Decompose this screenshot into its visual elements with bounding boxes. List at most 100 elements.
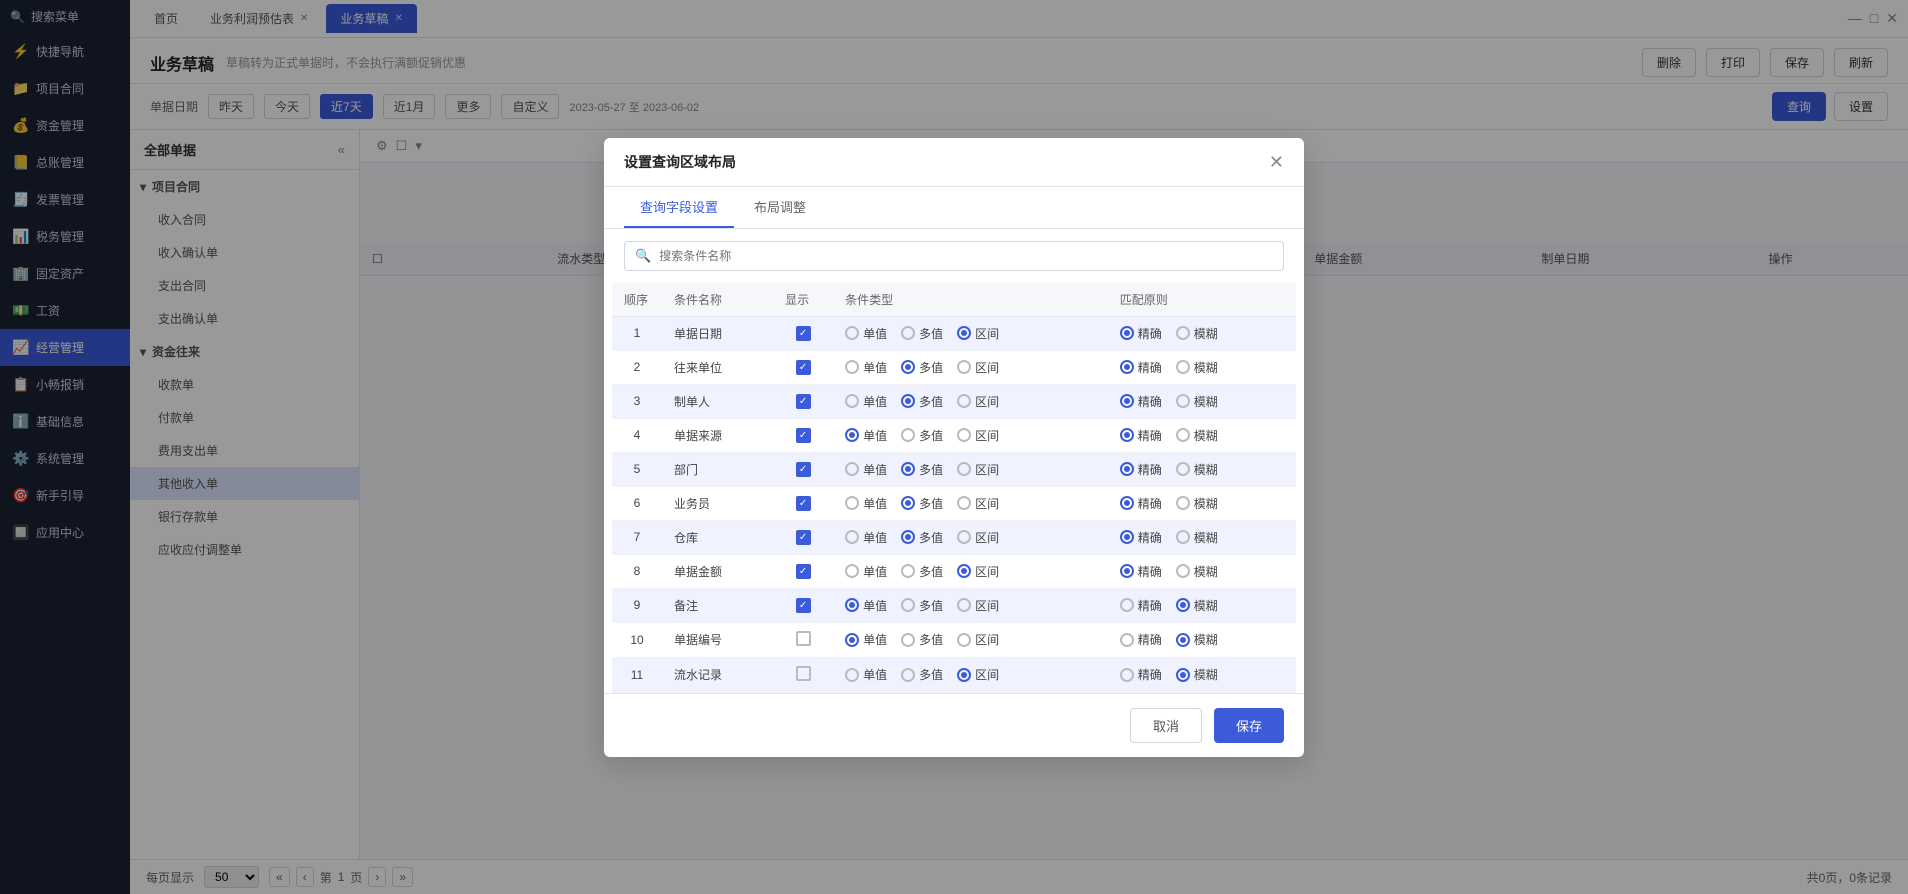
radio-range[interactable]: 区间: [957, 597, 999, 614]
cell-display[interactable]: [773, 622, 833, 657]
radio-match-fuzzy[interactable]: 模糊: [1176, 359, 1218, 376]
radio-circle-match-exact: [1120, 326, 1134, 340]
radio-single[interactable]: 单值: [845, 529, 887, 546]
radio-multi[interactable]: 多值: [901, 325, 943, 342]
display-checkbox[interactable]: ✓: [796, 462, 811, 477]
tab-query-fields[interactable]: 查询字段设置: [624, 187, 734, 228]
radio-single[interactable]: 单值: [845, 461, 887, 478]
radio-single[interactable]: 单值: [845, 495, 887, 512]
cell-display[interactable]: ✓: [773, 452, 833, 486]
radio-single[interactable]: 单值: [845, 666, 887, 683]
cancel-button[interactable]: 取消: [1130, 708, 1202, 743]
radio-single[interactable]: 单值: [845, 325, 887, 342]
radio-match-fuzzy[interactable]: 模糊: [1176, 563, 1218, 580]
cell-display[interactable]: ✓: [773, 588, 833, 622]
radio-match-exact[interactable]: 精确: [1120, 325, 1162, 342]
radio-range[interactable]: 区间: [957, 495, 999, 512]
display-checkbox[interactable]: [796, 666, 811, 681]
radio-circle-range: [957, 530, 971, 544]
cell-order: 5: [612, 452, 662, 486]
modal-save-button[interactable]: 保存: [1214, 708, 1284, 743]
cell-display[interactable]: [773, 657, 833, 692]
modal-close-button[interactable]: ✕: [1269, 153, 1284, 171]
radio-multi[interactable]: 多值: [901, 495, 943, 512]
radio-range[interactable]: 区间: [957, 529, 999, 546]
display-checkbox[interactable]: [796, 631, 811, 646]
radio-single[interactable]: 单值: [845, 427, 887, 444]
radio-match-exact[interactable]: 精确: [1120, 427, 1162, 444]
radio-multi[interactable]: 多值: [901, 631, 943, 648]
display-checkbox[interactable]: ✓: [796, 394, 811, 409]
cell-condition-type: 单值多值区间: [833, 486, 1108, 520]
radio-range[interactable]: 区间: [957, 563, 999, 580]
radio-match-exact[interactable]: 精确: [1120, 529, 1162, 546]
radio-circle-match-exact: [1120, 428, 1134, 442]
radio-multi[interactable]: 多值: [901, 359, 943, 376]
radio-range[interactable]: 区间: [957, 325, 999, 342]
th-order: 顺序: [612, 283, 662, 317]
radio-multi[interactable]: 多值: [901, 461, 943, 478]
cell-display[interactable]: ✓: [773, 520, 833, 554]
display-checkbox[interactable]: ✓: [796, 564, 811, 579]
radio-multi[interactable]: 多值: [901, 563, 943, 580]
radio-range[interactable]: 区间: [957, 461, 999, 478]
cell-order: 2: [612, 350, 662, 384]
radio-match-fuzzy[interactable]: 模糊: [1176, 666, 1218, 683]
radio-range[interactable]: 区间: [957, 666, 999, 683]
cell-display[interactable]: ✓: [773, 316, 833, 350]
radio-single[interactable]: 单值: [845, 359, 887, 376]
display-checkbox[interactable]: ✓: [796, 598, 811, 613]
radio-multi[interactable]: 多值: [901, 393, 943, 410]
radio-range[interactable]: 区间: [957, 427, 999, 444]
radio-match-exact[interactable]: 精确: [1120, 563, 1162, 580]
display-checkbox[interactable]: ✓: [796, 360, 811, 375]
radio-match-fuzzy[interactable]: 模糊: [1176, 631, 1218, 648]
condition-type-group: 单值多值区间: [845, 325, 1096, 342]
radio-match-exact[interactable]: 精确: [1120, 666, 1162, 683]
cell-display[interactable]: ✓: [773, 486, 833, 520]
cell-order: 3: [612, 384, 662, 418]
display-checkbox[interactable]: ✓: [796, 496, 811, 511]
radio-match-exact[interactable]: 精确: [1120, 461, 1162, 478]
radio-circle-range: [957, 360, 971, 374]
cell-condition-name: 仓库: [662, 520, 773, 554]
cell-display[interactable]: ✓: [773, 418, 833, 452]
display-checkbox[interactable]: ✓: [796, 326, 811, 341]
radio-range[interactable]: 区间: [957, 631, 999, 648]
radio-match-fuzzy[interactable]: 模糊: [1176, 325, 1218, 342]
radio-single[interactable]: 单值: [845, 631, 887, 648]
th-condition-type: 条件类型: [833, 283, 1108, 317]
radio-single[interactable]: 单值: [845, 597, 887, 614]
radio-match-exact[interactable]: 精确: [1120, 393, 1162, 410]
cell-display[interactable]: ✓: [773, 350, 833, 384]
radio-match-fuzzy[interactable]: 模糊: [1176, 427, 1218, 444]
radio-match-exact[interactable]: 精确: [1120, 495, 1162, 512]
radio-match-fuzzy[interactable]: 模糊: [1176, 461, 1218, 478]
cell-condition-name: 单据来源: [662, 418, 773, 452]
radio-single[interactable]: 单值: [845, 563, 887, 580]
radio-match-fuzzy[interactable]: 模糊: [1176, 495, 1218, 512]
radio-match-exact[interactable]: 精确: [1120, 597, 1162, 614]
cell-condition-type: 单值多值区间: [833, 418, 1108, 452]
radio-match-fuzzy[interactable]: 模糊: [1176, 393, 1218, 410]
modal-table-wrap[interactable]: 顺序 条件名称 显示 条件类型 匹配原则 1单据日期✓单值多值区间精确模糊2往来…: [604, 283, 1304, 693]
radio-multi[interactable]: 多值: [901, 597, 943, 614]
radio-multi[interactable]: 多值: [901, 666, 943, 683]
radio-match-fuzzy[interactable]: 模糊: [1176, 529, 1218, 546]
radio-circle-multi: [901, 360, 915, 374]
tab-layout-adjust[interactable]: 布局调整: [738, 187, 822, 228]
cell-display[interactable]: ✓: [773, 384, 833, 418]
radio-range[interactable]: 区间: [957, 393, 999, 410]
cell-condition-name: 业务员: [662, 486, 773, 520]
radio-match-exact[interactable]: 精确: [1120, 359, 1162, 376]
radio-match-fuzzy[interactable]: 模糊: [1176, 597, 1218, 614]
display-checkbox[interactable]: ✓: [796, 428, 811, 443]
radio-match-exact[interactable]: 精确: [1120, 631, 1162, 648]
modal-search-input[interactable]: [659, 249, 1273, 263]
cell-display[interactable]: ✓: [773, 554, 833, 588]
display-checkbox[interactable]: ✓: [796, 530, 811, 545]
radio-single[interactable]: 单值: [845, 393, 887, 410]
radio-multi[interactable]: 多值: [901, 529, 943, 546]
radio-range[interactable]: 区间: [957, 359, 999, 376]
radio-multi[interactable]: 多值: [901, 427, 943, 444]
